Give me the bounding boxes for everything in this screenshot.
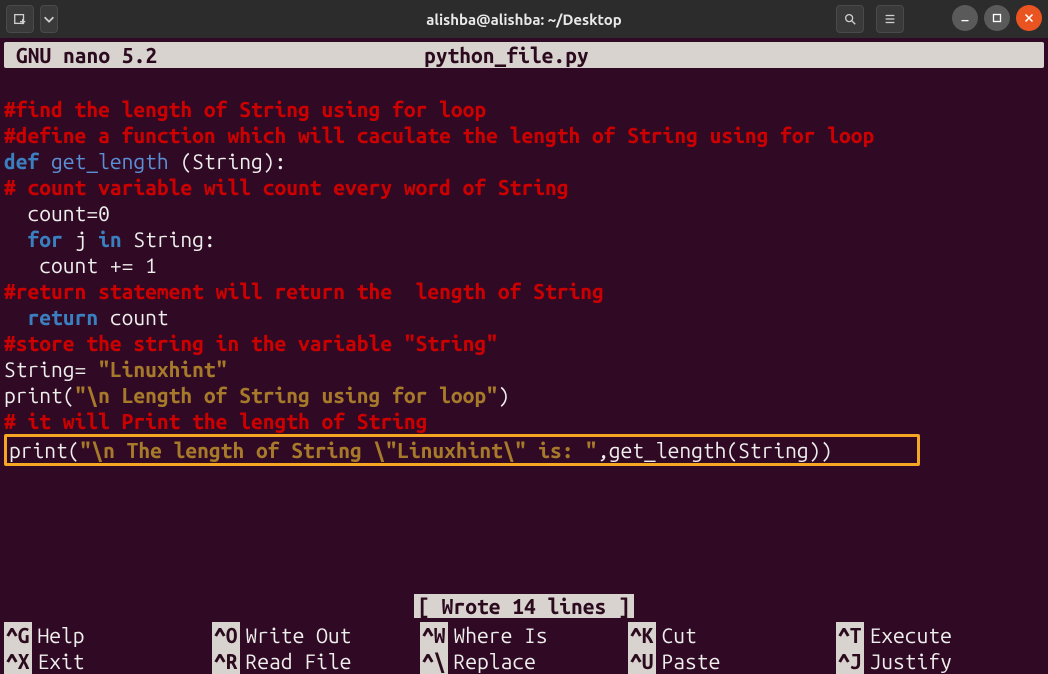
code-line: count=0 — [4, 201, 110, 225]
shortcut-execute[interactable]: ^TExecute — [836, 622, 1044, 648]
code-token: print( — [4, 383, 75, 407]
code-line: count += 1 — [4, 253, 157, 277]
code-token: return — [4, 305, 110, 329]
close-icon — [1022, 11, 1036, 25]
minimize-icon — [958, 11, 972, 25]
code-line: # count variable will count every word o… — [4, 175, 568, 199]
code-token: in — [98, 227, 133, 251]
code-token: "\n The length of String \"Linuxhint\" i… — [80, 438, 597, 462]
menu-button[interactable] — [876, 5, 904, 33]
code-token: for — [4, 227, 75, 251]
nano-app-name: GNU nano 5.2 — [4, 42, 424, 68]
shortcut-paste[interactable]: ^UPaste — [628, 648, 836, 674]
nano-filename: python_file.py — [424, 42, 1044, 68]
code-token: (String): — [180, 149, 286, 173]
shortcut-help[interactable]: ^GHelp — [4, 622, 212, 648]
nano-header: GNU nano 5.2 python_file.py — [4, 42, 1044, 68]
new-tab-button[interactable] — [6, 5, 34, 33]
close-button[interactable] — [1016, 5, 1042, 31]
code-token: String= — [4, 357, 98, 381]
code-line: #store the string in the variable "Strin… — [4, 331, 498, 355]
shortcut-justify[interactable]: ^JJustify — [836, 648, 1044, 674]
maximize-icon — [990, 11, 1004, 25]
window-titlebar: alishba@alishba: ~/Desktop — [0, 0, 1048, 38]
code-token: ) — [498, 383, 510, 407]
code-token: ,get_length(String)) — [597, 438, 832, 462]
code-editor[interactable]: #find the length of String using for loo… — [4, 70, 1044, 466]
code-line: #define a function which will caculate t… — [4, 123, 874, 147]
shortcut-writeout[interactable]: ^OWrite Out — [212, 622, 420, 648]
shortcut-exit[interactable]: ^XExit — [4, 648, 212, 674]
code-token: def — [4, 149, 51, 173]
code-token: String: — [133, 227, 215, 251]
code-token: count — [110, 305, 169, 329]
shortcut-readfile[interactable]: ^RRead File — [212, 648, 420, 674]
shortcut-cut[interactable]: ^KCut — [628, 622, 836, 648]
status-message: [ Wrote 14 lines ] — [414, 594, 634, 618]
code-token: j — [75, 227, 99, 251]
tab-plus-icon — [13, 12, 27, 26]
maximize-button[interactable] — [984, 5, 1010, 31]
minimize-button[interactable] — [952, 5, 978, 31]
search-button[interactable] — [836, 5, 864, 33]
code-token: "Linuxhint" — [98, 357, 227, 381]
code-token: print( — [9, 438, 80, 462]
code-line: #return statement will return the length… — [4, 279, 604, 303]
search-icon — [843, 12, 857, 26]
nano-shortcuts: ^GHelp ^OWrite Out ^WWhere Is ^KCut ^TEx… — [4, 622, 1044, 674]
nano-status-line: [ Wrote 14 lines ] — [0, 594, 1048, 618]
dropdown-button[interactable] — [40, 5, 58, 33]
code-token: "\n Length of String using for loop" — [75, 383, 498, 407]
shortcut-replace[interactable]: ^\Replace — [420, 648, 628, 674]
highlighted-line: print("\n The length of String \"Linuxhi… — [4, 434, 920, 466]
shortcut-whereis[interactable]: ^WWhere Is — [420, 622, 628, 648]
code-line: #find the length of String using for loo… — [4, 97, 486, 121]
code-token: get_length — [51, 149, 180, 173]
chevron-down-icon — [42, 12, 56, 26]
code-line: # it will Print the length of String — [4, 409, 427, 433]
terminal-area[interactable]: GNU nano 5.2 python_file.py #find the le… — [0, 38, 1048, 466]
hamburger-icon — [883, 12, 897, 26]
